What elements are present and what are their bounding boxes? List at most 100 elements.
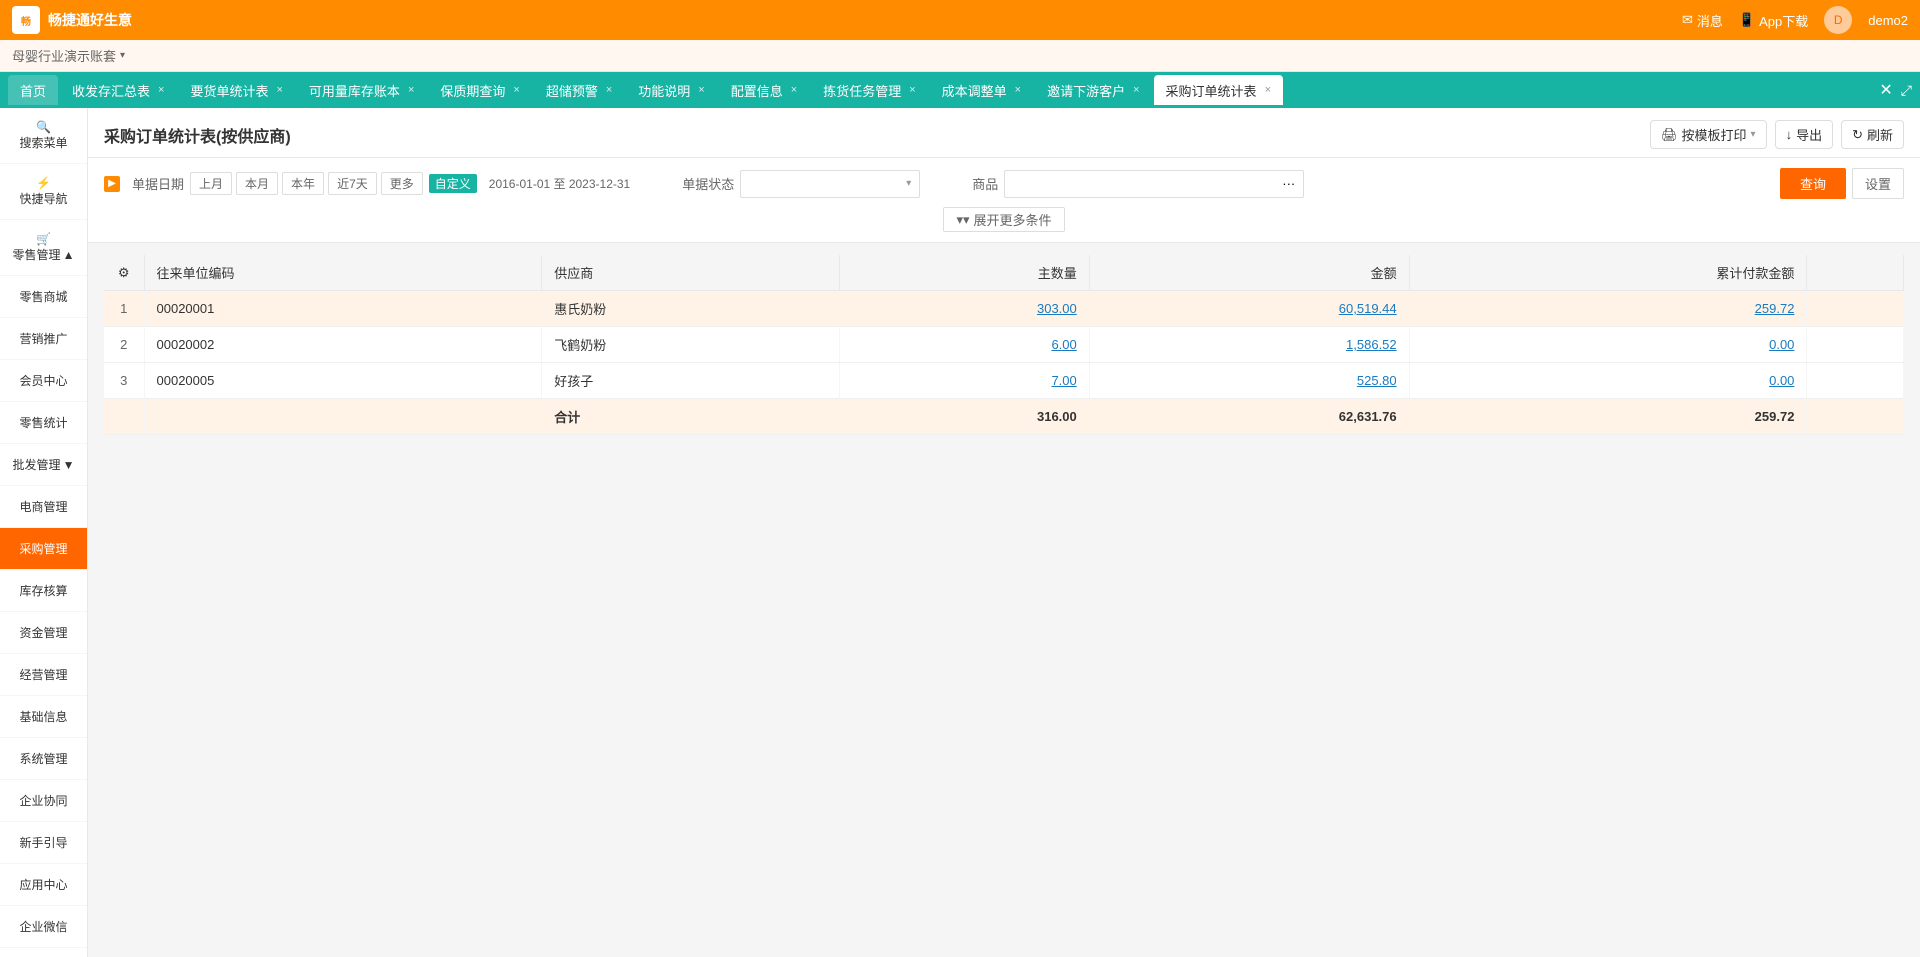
shortcut-7days[interactable]: 近7天	[328, 172, 377, 195]
col-qty-header: 主数量	[839, 255, 1089, 291]
sidebar-item-finance[interactable]: 资金管理	[0, 612, 87, 654]
row-qty-3[interactable]: 7.00	[839, 363, 1089, 399]
tab-baoquan[interactable]: 保质期查询 ×	[428, 75, 531, 105]
app-download-button[interactable]: 📱 App下载	[1739, 11, 1808, 30]
tab-close-shoufaHuizong[interactable]: ×	[158, 84, 164, 96]
nav-close-button[interactable]: ✕	[1879, 80, 1892, 100]
tab-chaoChu[interactable]: 超储预警 ×	[534, 75, 624, 105]
row-paid-1[interactable]: 259.72	[1409, 291, 1807, 327]
shortcut-this-month[interactable]: 本月	[236, 172, 278, 195]
sidebar-item-wholesale[interactable]: 批发管理 ▼	[0, 444, 87, 486]
tab-close-gongneng[interactable]: ×	[698, 84, 704, 96]
row-amount-1[interactable]: 60,519.44	[1089, 291, 1409, 327]
row-amount-3[interactable]: 525.80	[1089, 363, 1409, 399]
goods-filter: 商品 ···	[972, 170, 1304, 198]
table-footer-row: 合计 316.00 62,631.76 259.72	[104, 399, 1904, 435]
row-paid-3[interactable]: 0.00	[1409, 363, 1807, 399]
date-shortcuts: 上月 本月 本年 近7天 更多	[190, 172, 423, 195]
sidebar-item-newbie[interactable]: 新手引导	[0, 822, 87, 864]
export-icon: ↓	[1786, 127, 1793, 142]
status-chevron: ▾	[906, 178, 911, 189]
shortcut-more[interactable]: 更多	[381, 172, 423, 195]
sidebar-item-wechat[interactable]: 企业微信	[0, 906, 87, 948]
workspace-chevron: ▾	[120, 50, 125, 61]
tab-close-caigou[interactable]: ×	[1265, 84, 1271, 96]
tab-chengben[interactable]: 成本调整单 ×	[930, 75, 1033, 105]
tab-keyongLiang[interactable]: 可用量库存账本 ×	[297, 75, 426, 105]
app-name: 畅捷通好生意	[48, 10, 132, 30]
expand-down-icon: ▾▾	[956, 212, 969, 228]
print-button[interactable]: 🖨 按模板打印 ▾	[1650, 120, 1767, 149]
sidebar-item-search[interactable]: 🔍 搜索菜单	[0, 108, 87, 164]
date-range-item: 2016-01-01 至 2023-12-31	[489, 175, 630, 192]
sidebar-item-ecommerce[interactable]: 电商管理	[0, 486, 87, 528]
footer-label: 合计	[542, 399, 839, 435]
sidebar-item-app-center[interactable]: 应用中心	[0, 864, 87, 906]
refresh-button[interactable]: ↻ 刷新	[1841, 120, 1904, 149]
workspace-name: 母婴行业演示账套	[12, 46, 116, 65]
tab-yaohuoDan[interactable]: 要货单统计表 ×	[178, 75, 294, 105]
goods-input[interactable]: ···	[1004, 170, 1304, 198]
layout: 🔍 搜索菜单 ⚡ 快捷导航 🛒 零售管理 ▲ 零售商城 营销推广 会员中心 零售…	[0, 108, 1920, 957]
sidebar-item-retail-stat[interactable]: 零售统计	[0, 402, 87, 444]
tab-close-yaoqing[interactable]: ×	[1133, 84, 1139, 96]
row-paid-2[interactable]: 0.00	[1409, 327, 1807, 363]
tab-close-peizhi[interactable]: ×	[791, 84, 797, 96]
shortcut-this-year[interactable]: 本年	[282, 172, 324, 195]
gear-icon[interactable]: ⚙	[118, 265, 130, 280]
nav-expand-button[interactable]: ⤢	[1901, 82, 1912, 99]
sidebar-item-system[interactable]: 系统管理	[0, 738, 87, 780]
tab-kuoHuo[interactable]: 拣货任务管理 ×	[811, 75, 927, 105]
workspace-selector[interactable]: 母婴行业演示账套 ▾	[12, 46, 125, 65]
message-button[interactable]: ✉ 消息	[1682, 11, 1723, 30]
tab-close-yaohuoDan[interactable]: ×	[276, 84, 282, 96]
sidebar-item-retail[interactable]: 🛒 零售管理 ▲	[0, 220, 87, 276]
goods-input-dots: ···	[1282, 176, 1295, 191]
row-qty-1[interactable]: 303.00	[839, 291, 1089, 327]
sidebar-item-member[interactable]: 会员中心	[0, 360, 87, 402]
username[interactable]: demo2	[1868, 13, 1908, 28]
tab-close-chaoChu[interactable]: ×	[606, 84, 612, 96]
footer-empty-2	[144, 399, 542, 435]
table-row: 1 00020001 惠氏奶粉 303.00 60,519.44	[104, 291, 1904, 327]
tab-shoufaHuizong[interactable]: 收发存汇总表 ×	[60, 75, 176, 105]
expand-more-button[interactable]: ▾▾ 展开更多条件	[943, 207, 1064, 232]
tab-gongneng[interactable]: 功能说明 ×	[626, 75, 716, 105]
print-icon: 🖨	[1661, 127, 1678, 143]
sidebar-item-quick[interactable]: ⚡ 快捷导航	[0, 164, 87, 220]
footer-paid: 259.72	[1409, 399, 1807, 435]
sidebar-item-purchase[interactable]: 采购管理	[0, 528, 87, 570]
date-filter: 单据日期 上月 本月 本年 近7天 更多 自定义	[132, 172, 477, 195]
top-bar: 畅 畅捷通好生意 ✉ 消息 📱 App下载 D demo2	[0, 0, 1920, 40]
row-extra-3	[1807, 363, 1904, 399]
tab-close-baoquan[interactable]: ×	[513, 84, 519, 96]
sidebar-item-marketing[interactable]: 营销推广	[0, 318, 87, 360]
tab-close-kuoHuo[interactable]: ×	[909, 84, 915, 96]
tab-peizhi[interactable]: 配置信息 ×	[719, 75, 809, 105]
row-amount-2[interactable]: 1,586.52	[1089, 327, 1409, 363]
sidebar-item-enterprise[interactable]: 企业协同	[0, 780, 87, 822]
tab-caigou[interactable]: 采购订单统计表 ×	[1154, 75, 1283, 105]
tab-close-chengben[interactable]: ×	[1015, 84, 1021, 96]
row-num-1: 1	[104, 291, 144, 327]
custom-date-badge[interactable]: 自定义	[429, 174, 477, 193]
row-qty-2[interactable]: 6.00	[839, 327, 1089, 363]
sidebar-item-vip[interactable]: 畅会员	[0, 948, 87, 957]
avatar[interactable]: D	[1824, 6, 1852, 34]
tab-home[interactable]: 首页	[8, 75, 58, 105]
status-select[interactable]: ▾	[740, 170, 920, 198]
shortcut-last-month[interactable]: 上月	[190, 172, 232, 195]
main-content: 采购订单统计表(按供应商) 🖨 按模板打印 ▾ ↓ 导出 ↻ 刷新	[88, 108, 1920, 957]
row-supplier-2: 飞鹤奶粉	[542, 327, 839, 363]
sidebar-item-retail-mall[interactable]: 零售商城	[0, 276, 87, 318]
sidebar-item-operation[interactable]: 经营管理	[0, 654, 87, 696]
sidebar-item-basic[interactable]: 基础信息	[0, 696, 87, 738]
setting-button[interactable]: 设置	[1852, 168, 1904, 199]
sidebar-item-inventory[interactable]: 库存核算	[0, 570, 87, 612]
tab-close-keyongLiang[interactable]: ×	[408, 84, 414, 96]
export-button[interactable]: ↓ 导出	[1775, 120, 1834, 149]
query-button[interactable]: 查询	[1780, 168, 1846, 199]
filter-toggle[interactable]: ▶	[104, 176, 120, 192]
col-code-header: 往来单位编码	[144, 255, 542, 291]
tab-yaoqing[interactable]: 邀请下游客户 ×	[1035, 75, 1151, 105]
